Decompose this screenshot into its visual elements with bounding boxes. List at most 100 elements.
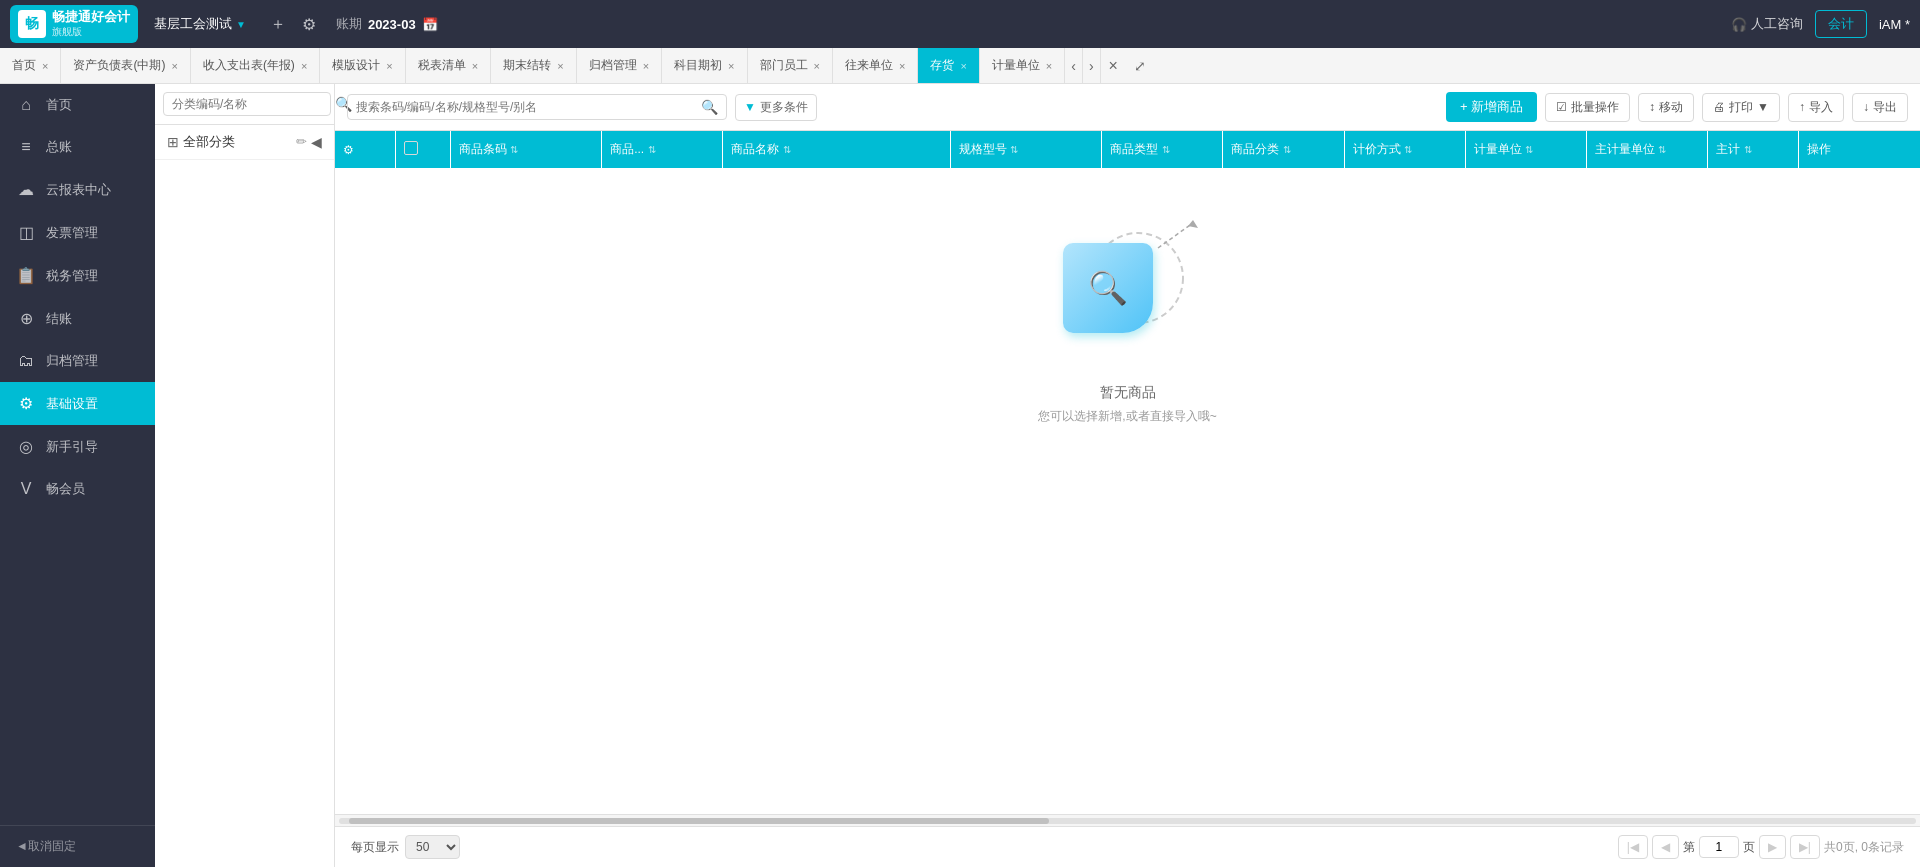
tab-income-close[interactable]: × xyxy=(301,60,307,72)
sidebar-item-ledger[interactable]: ≡ 总账 xyxy=(0,126,155,168)
per-page-select[interactable]: 10 20 50 100 xyxy=(405,835,460,859)
add-tab-btn[interactable]: ＋ xyxy=(266,10,290,39)
tab-next-btn[interactable]: › xyxy=(1083,48,1101,84)
add-product-btn[interactable]: + 新增商品 xyxy=(1446,92,1537,122)
export-btn[interactable]: ↓ 导出 xyxy=(1852,93,1908,122)
scroll-track[interactable] xyxy=(339,818,1916,824)
scroll-bar-area[interactable] xyxy=(335,814,1920,826)
sort-type-icon[interactable]: ⇅ xyxy=(1162,144,1170,155)
settings-btn[interactable]: ⚙ xyxy=(298,11,320,38)
tab-period-end[interactable]: 期末结转 × xyxy=(491,48,576,84)
sidebar-item-member[interactable]: V 畅会员 xyxy=(0,468,155,510)
company-selector[interactable]: 基层工会测试 ▼ xyxy=(146,11,254,37)
tab-income[interactable]: 收入支出表(年报) × xyxy=(191,48,320,84)
col-price-method-header[interactable]: 计价方式 ⇅ xyxy=(1344,131,1465,168)
tab-home[interactable]: 首页 × xyxy=(0,48,61,84)
last-page-btn[interactable]: ▶| xyxy=(1790,835,1820,859)
sidebar-pin-btn[interactable]: ◄取消固定 xyxy=(0,825,155,867)
sidebar-item-basic[interactable]: ⚙ 基础设置 xyxy=(0,382,155,425)
tab-template[interactable]: 模版设计 × xyxy=(320,48,405,84)
tab-inventory-close[interactable]: × xyxy=(960,60,966,72)
tab-home-close[interactable]: × xyxy=(42,60,48,72)
category-edit-btn[interactable]: ✏ xyxy=(296,134,307,150)
batch-btn[interactable]: ☑ 批量操作 xyxy=(1545,93,1630,122)
sort-extra-icon[interactable]: ⇅ xyxy=(1744,144,1752,155)
col-main-unit-header[interactable]: 主计量单位 ⇅ xyxy=(1587,131,1708,168)
sidebar-item-home[interactable]: ⌂ 首页 xyxy=(0,84,155,126)
tab-archive-close[interactable]: × xyxy=(643,60,649,72)
tab-partner-close[interactable]: × xyxy=(899,60,905,72)
tab-tax-close[interactable]: × xyxy=(472,60,478,72)
tab-inventory[interactable]: 存货 × xyxy=(918,48,979,84)
tab-unit[interactable]: 计量单位 × xyxy=(980,48,1065,84)
page-input[interactable] xyxy=(1699,836,1739,858)
select-all-checkbox[interactable] xyxy=(404,141,418,155)
tab-period-end-close[interactable]: × xyxy=(557,60,563,72)
sidebar-item-newbie[interactable]: ◎ 新手引导 xyxy=(0,425,155,468)
tab-tax[interactable]: 税表清单 × xyxy=(406,48,491,84)
sidebar-item-archive[interactable]: 🗂 归档管理 xyxy=(0,340,155,382)
tab-subject[interactable]: 科目期初 × xyxy=(662,48,747,84)
first-page-btn[interactable]: |◀ xyxy=(1618,835,1648,859)
sort-price-method-icon[interactable]: ⇅ xyxy=(1404,144,1412,155)
col-extra-header[interactable]: 主计 ⇅ xyxy=(1708,131,1799,168)
col-type-label: 商品类型 xyxy=(1110,142,1158,156)
col-spec-header[interactable]: 规格型号 ⇅ xyxy=(950,131,1102,168)
sidebar-item-reports[interactable]: ☁ 云报表中心 xyxy=(0,168,155,211)
sort-category-icon[interactable]: ⇅ xyxy=(1283,144,1291,155)
sidebar-item-invoice[interactable]: ◫ 发票管理 xyxy=(0,211,155,254)
tab-template-close[interactable]: × xyxy=(386,60,392,72)
archive-icon: 🗂 xyxy=(16,352,36,370)
col-name-header[interactable]: 商品名称 ⇅ xyxy=(723,131,950,168)
period-value[interactable]: 2023-03 xyxy=(368,17,416,32)
sidebar-item-tax[interactable]: 📋 税务管理 xyxy=(0,254,155,297)
tab-subject-close[interactable]: × xyxy=(728,60,734,72)
tab-prev-btn[interactable]: ‹ xyxy=(1065,48,1083,84)
sort-spec-icon[interactable]: ⇅ xyxy=(1010,144,1018,155)
table-search-input[interactable] xyxy=(356,100,697,114)
calendar-icon[interactable]: 📅 xyxy=(422,17,438,32)
account-btn[interactable]: 会计 xyxy=(1815,10,1867,38)
move-btn[interactable]: ↕ 移动 xyxy=(1638,93,1694,122)
tab-archive[interactable]: 归档管理 × xyxy=(577,48,662,84)
scroll-thumb[interactable] xyxy=(349,818,1049,824)
prev-page-btn[interactable]: ◀ xyxy=(1652,835,1679,859)
col-price-method-label: 计价方式 xyxy=(1353,142,1401,156)
category-search-input[interactable] xyxy=(163,92,331,116)
col-code-header[interactable]: 商品... ⇅ xyxy=(602,131,723,168)
tab-archive-label: 归档管理 xyxy=(589,57,637,74)
tab-unit-close[interactable]: × xyxy=(1046,60,1052,72)
col-category-header[interactable]: 商品分类 ⇅ xyxy=(1223,131,1344,168)
tab-inventory-label: 存货 xyxy=(930,57,954,74)
headphone-icon: 🎧 xyxy=(1731,17,1747,32)
col-check[interactable] xyxy=(396,131,451,168)
print-btn[interactable]: 🖨 打印 ▼ xyxy=(1702,93,1780,122)
sidebar-item-settlement[interactable]: ⊕ 结账 xyxy=(0,297,155,340)
import-btn[interactable]: ↑ 导入 xyxy=(1788,93,1844,122)
sort-name-icon[interactable]: ⇅ xyxy=(783,144,791,155)
sort-code-icon[interactable]: ⇅ xyxy=(648,144,656,155)
category-collapse-btn[interactable]: ◀ xyxy=(311,134,322,150)
sort-barcode-icon[interactable]: ⇅ xyxy=(510,144,518,155)
support-btn[interactable]: 🎧 人工咨询 xyxy=(1731,15,1803,33)
tab-dept-close[interactable]: × xyxy=(814,60,820,72)
tab-balance-close[interactable]: × xyxy=(171,60,177,72)
filter-more-btn[interactable]: ▼ 更多条件 xyxy=(735,94,817,121)
tab-balance[interactable]: 资产负债表(中期) × xyxy=(61,48,190,84)
tab-close-all-btn[interactable]: × xyxy=(1101,48,1126,84)
col-unit-header[interactable]: 计量单位 ⇅ xyxy=(1465,131,1586,168)
col-type-header[interactable]: 商品类型 ⇅ xyxy=(1102,131,1223,168)
product-table: ⚙ 商品条码 ⇅ 商品... xyxy=(335,131,1920,168)
tab-partner[interactable]: 往来单位 × xyxy=(833,48,918,84)
tab-expand-btn[interactable]: ⤢ xyxy=(1126,48,1154,84)
home-icon: ⌂ xyxy=(16,96,36,114)
col-barcode-header[interactable]: 商品条码 ⇅ xyxy=(450,131,602,168)
table-search-icon[interactable]: 🔍 xyxy=(701,99,718,115)
col-settings[interactable]: ⚙ xyxy=(335,131,396,168)
next-page-btn[interactable]: ▶ xyxy=(1759,835,1786,859)
col-unit-label: 计量单位 xyxy=(1474,142,1522,156)
tab-dept[interactable]: 部门员工 × xyxy=(748,48,833,84)
sort-unit-icon[interactable]: ⇅ xyxy=(1525,144,1533,155)
sort-main-unit-icon[interactable]: ⇅ xyxy=(1658,144,1666,155)
logo-area[interactable]: 畅 畅捷通好会计 旗舰版 xyxy=(10,5,138,43)
